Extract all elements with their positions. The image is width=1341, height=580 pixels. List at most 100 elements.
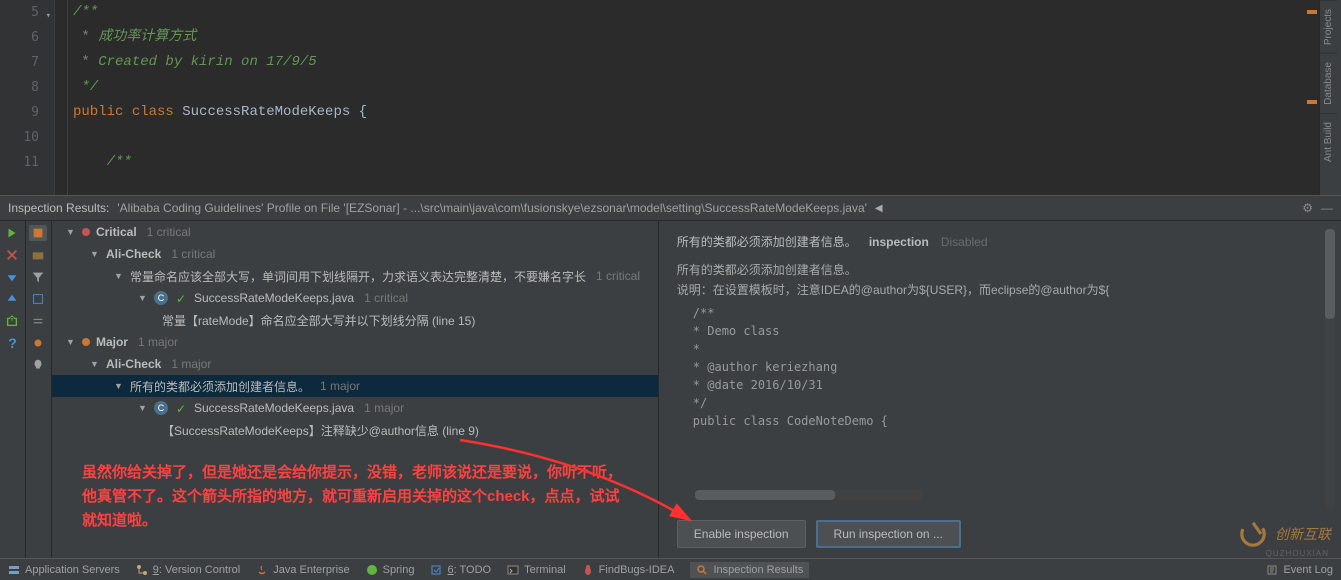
group-by-severity-icon[interactable] <box>29 225 47 241</box>
inspection-label: inspection <box>869 235 929 249</box>
code-comment: 成功率计算方式 <box>98 29 196 45</box>
ant-build-tab[interactable]: Ant Build <box>1320 113 1337 170</box>
filter-icon[interactable] <box>29 269 47 285</box>
detail-title: 所有的类都必须添加创建者信息。 <box>677 233 857 250</box>
tree-node-file[interactable]: ▼ C ✓ SuccessRateModeKeeps.java 1 major <box>52 397 658 419</box>
tree-label: 所有的类都必须添加创建者信息。 <box>130 378 310 395</box>
java-enterprise-tab[interactable]: Java Enterprise <box>256 564 349 576</box>
indent-guide <box>67 0 68 195</box>
inspection-tree[interactable]: ▼ Critical 1 critical ▼ Ali-Check 1 crit… <box>52 221 658 558</box>
code-editor[interactable]: 5▾ 6 7 8 9 10 11 /** * 成功率计算方式 * Created… <box>0 0 1341 195</box>
warning-marker[interactable] <box>1307 100 1317 104</box>
java-class-icon: C <box>154 401 168 415</box>
inspection-results-bar: Inspection Results: 'Alibaba Coding Guid… <box>0 195 1341 221</box>
tree-node-rule[interactable]: ▼ 常量命名应该全部大写，单词间用下划线隔开，力求语义表达完整清楚，不要嫌名字长… <box>52 265 658 287</box>
tree-label: SuccessRateModeKeeps.java <box>194 291 354 305</box>
event-log-tab[interactable]: Event Log <box>1266 564 1333 576</box>
code-area[interactable]: /** * 成功率计算方式 * Created by kirin on 17/9… <box>55 0 1341 195</box>
collapse-all-icon[interactable] <box>29 335 47 351</box>
arrow-down-icon[interactable] <box>3 269 21 285</box>
arrow-up-icon[interactable] <box>3 291 21 307</box>
check-icon: ✓ <box>176 402 188 414</box>
fold-toggle-icon[interactable]: ▾ <box>41 4 51 14</box>
chevron-down-icon[interactable]: ▼ <box>90 359 102 369</box>
tree-label: SuccessRateModeKeeps.java <box>194 401 354 415</box>
spring-tab[interactable]: Spring <box>366 564 415 576</box>
findbugs-tab[interactable]: FindBugs-IDEA <box>582 564 675 576</box>
tree-label: Major <box>96 335 128 349</box>
autoscroll-icon[interactable] <box>29 291 47 307</box>
tree-count: 1 critical <box>364 291 408 305</box>
chevron-down-icon[interactable]: ▼ <box>90 249 102 259</box>
java-class-icon: C <box>154 291 168 305</box>
projects-tab[interactable]: Projects <box>1320 0 1337 53</box>
help-icon[interactable]: ? <box>3 335 21 351</box>
detail-line: 说明：在设置模板时，注意IDEA的@author为${USER}，而eclips… <box>677 280 1323 300</box>
chevron-down-icon[interactable]: ▼ <box>138 293 150 303</box>
hide-icon[interactable]: — <box>1321 201 1333 215</box>
warning-marker[interactable] <box>1307 10 1317 14</box>
terminal-tab[interactable]: Terminal <box>507 564 566 576</box>
run-inspection-button[interactable]: Run inspection on ... <box>816 520 961 548</box>
tree-node-alicheck[interactable]: ▼ Ali-Check 1 critical <box>52 243 658 265</box>
tree-node-major[interactable]: ▼ Major 1 major <box>52 331 658 353</box>
code-line: * @author keriezhang <box>693 358 1323 376</box>
group-by-directory-icon[interactable] <box>29 247 47 263</box>
todo-icon <box>430 564 442 576</box>
line-number: 11 <box>23 155 39 170</box>
tree-label: Ali-Check <box>106 247 161 261</box>
line-number: 5 <box>31 5 39 20</box>
chevron-down-icon[interactable]: ▼ <box>114 381 126 391</box>
chevron-down-icon[interactable]: ▼ <box>66 337 78 347</box>
rerun-icon[interactable] <box>3 225 21 241</box>
tree-label: 【SuccessRateModeKeeps】注释缺少@author信息 (lin… <box>162 422 479 439</box>
database-tab[interactable]: Database <box>1320 53 1337 113</box>
chevron-down-icon[interactable]: ▼ <box>66 227 78 237</box>
check-icon: ✓ <box>176 292 188 304</box>
inspection-results-tab[interactable]: Inspection Results <box>690 562 809 578</box>
code-comment-star: * <box>73 54 98 70</box>
major-icon <box>82 338 90 346</box>
right-tool-tabs: Projects Database Ant Build <box>1319 0 1341 195</box>
tree-node-alicheck[interactable]: ▼ Ali-Check 1 major <box>52 353 658 375</box>
inspection-detail: 所有的类都必须添加创建者信息。 inspection Disabled 所有的类… <box>658 221 1341 558</box>
export-icon[interactable] <box>3 313 21 329</box>
tool-column-2 <box>26 221 52 558</box>
vscroll-thumb[interactable] <box>1325 229 1335 319</box>
keyword-public: public <box>73 104 132 120</box>
hscroll-thumb[interactable] <box>695 490 835 500</box>
annotation-text: 虽然你给关掉了，但是她还是会给你提示，没错，老师该说还是要说，你听不听，他真管不… <box>52 441 658 553</box>
gear-icon[interactable]: ⚙ <box>1302 201 1313 215</box>
code-line: * @date 2016/10/31 <box>693 376 1323 394</box>
tree-node-critical[interactable]: ▼ Critical 1 critical <box>52 221 658 243</box>
application-servers-tab[interactable]: Application Servers <box>8 564 120 576</box>
chevron-down-icon[interactable]: ▼ <box>138 403 150 413</box>
code-line: public class CodeNoteDemo { <box>693 412 1323 430</box>
version-control-tab[interactable]: 9: Version Control <box>136 564 240 576</box>
tree-label: Ali-Check <box>106 357 161 371</box>
tree-leaf[interactable]: 常量【rateMode】命名应全部大写并以下划线分隔 (line 15) <box>52 309 658 331</box>
brace: { <box>359 104 367 120</box>
code-comment: /** <box>73 4 98 20</box>
tree-node-file[interactable]: ▼ C ✓ SuccessRateModeKeeps.java 1 critic… <box>52 287 658 309</box>
close-icon[interactable] <box>3 247 21 263</box>
line-number: 6 <box>31 30 39 45</box>
tree-node-rule-selected[interactable]: ▼ 所有的类都必须添加创建者信息。 1 major <box>52 375 658 397</box>
tool-column-1: ? <box>0 221 26 558</box>
log-icon <box>1266 564 1278 576</box>
vscrollbar[interactable] <box>1325 229 1335 508</box>
todo-tab[interactable]: 6: TODO <box>430 564 491 576</box>
enable-inspection-button[interactable]: Enable inspection <box>677 520 806 548</box>
line-number: 9 <box>31 105 39 120</box>
tree-leaf[interactable]: 【SuccessRateModeKeeps】注释缺少@author信息 (lin… <box>52 419 658 441</box>
expand-all-icon[interactable] <box>29 313 47 329</box>
code-comment: */ <box>73 79 98 95</box>
class-name: SuccessRateModeKeeps <box>182 104 358 120</box>
code-line: * Demo class <box>693 322 1323 340</box>
collapse-arrow-icon[interactable]: ◀ <box>875 203 883 214</box>
chevron-down-icon[interactable]: ▼ <box>114 271 126 281</box>
hscrollbar[interactable] <box>695 490 923 500</box>
server-icon <box>8 564 20 576</box>
quick-fix-icon[interactable] <box>29 357 47 373</box>
tree-count: 1 critical <box>171 247 215 261</box>
